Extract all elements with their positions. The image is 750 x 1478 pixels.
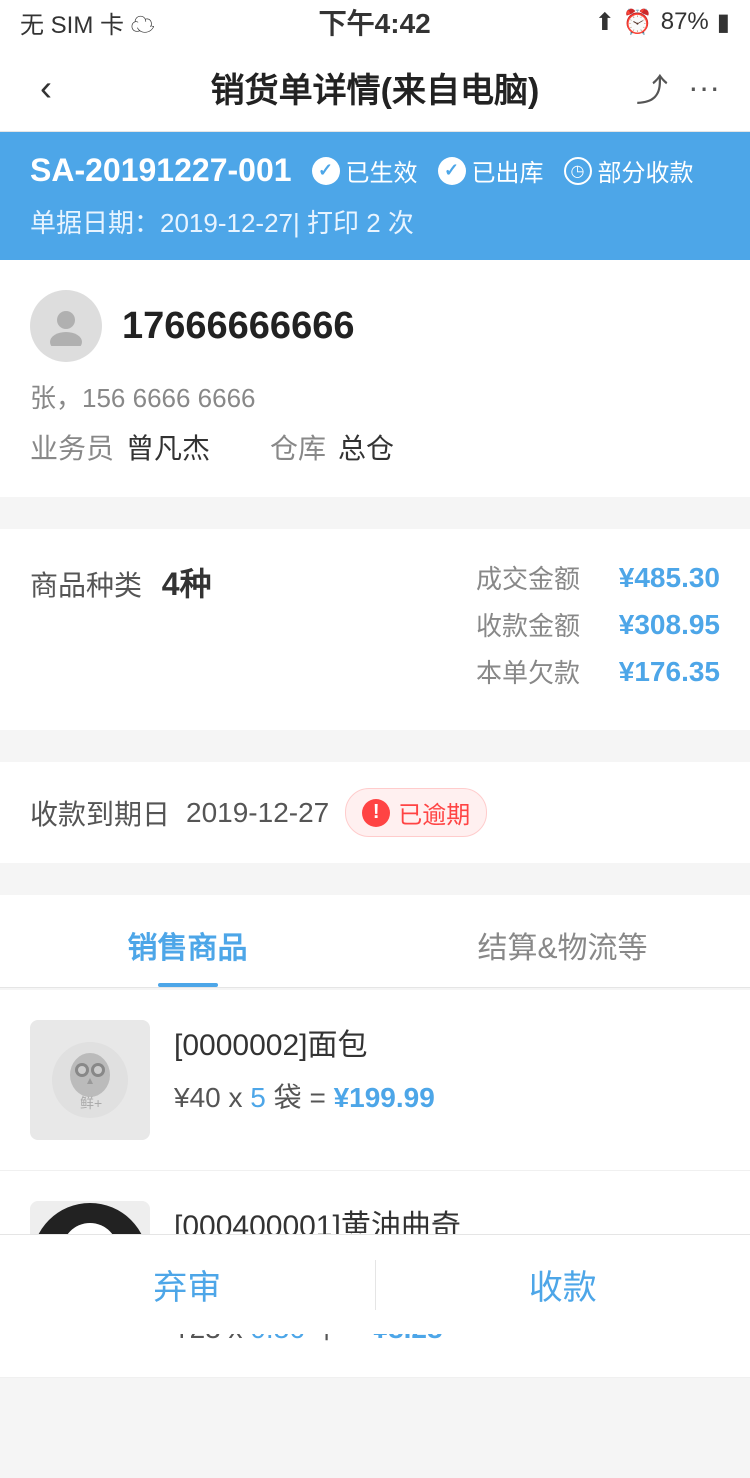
back-button[interactable]: ‹ bbox=[30, 57, 62, 119]
alarm-icon: ⏰ bbox=[623, 8, 653, 37]
status-right: ⬆ ⏰ 87% ▮ bbox=[595, 8, 730, 37]
location-icon: ⬆ bbox=[595, 8, 615, 37]
customer-row: 17666666666 bbox=[30, 290, 720, 362]
badge-effective-label: 已生效 bbox=[346, 153, 418, 188]
owl-icon: 鲜+ bbox=[50, 1040, 130, 1120]
order-date-row: 单据日期：2019-12-27| 打印 2 次 bbox=[30, 203, 720, 240]
badge-effective: ✓ 已生效 bbox=[312, 153, 418, 188]
type-count: 4种 bbox=[162, 566, 212, 602]
type-label: 商品种类 bbox=[30, 570, 142, 601]
page-title: 销货单详情(来自电脑) bbox=[211, 63, 540, 112]
product-price-1: ¥40 x 5 袋 = ¥199.99 bbox=[174, 1076, 720, 1116]
product-name-1: [0000002]面包 bbox=[174, 1020, 720, 1064]
payment-due-section: 收款到期日 2019-12-27 ! 已逾期 bbox=[0, 762, 750, 863]
owed-label: 本单欠款 bbox=[476, 653, 580, 690]
price-x-1: x bbox=[229, 1082, 251, 1113]
price-qty-1: 5 bbox=[250, 1082, 266, 1113]
check-icon-2: ✓ bbox=[438, 157, 466, 185]
sales-meta: 业务员 曾凡杰 bbox=[30, 427, 210, 467]
product-image-1: 鲜+ bbox=[30, 1020, 150, 1140]
battery-icon: ▮ bbox=[717, 8, 730, 37]
overdue-badge: ! 已逾期 bbox=[345, 788, 487, 837]
price-base-1: ¥40 bbox=[174, 1082, 221, 1113]
order-header-top: SA-20191227-001 ✓ 已生效 ✓ 已出库 ◷ 部分收款 bbox=[30, 152, 720, 189]
tab-settlement[interactable]: 结算&物流等 bbox=[375, 895, 750, 987]
badge-partial: ◷ 部分收款 bbox=[564, 153, 694, 188]
owed-value: ¥176.35 bbox=[600, 656, 720, 688]
warehouse-meta: 仓库 总仓 bbox=[270, 427, 394, 467]
customer-account: 17666666666 bbox=[122, 305, 354, 348]
clock-icon: ◷ bbox=[564, 157, 592, 185]
deal-amount-row: 成交金额 ¥485.30 bbox=[476, 559, 720, 596]
nav-bar: ‹ 销货单详情(来自电脑) ⤴ ··· bbox=[0, 44, 750, 132]
check-icon-1: ✓ bbox=[312, 157, 340, 185]
sales-value: 曾凡杰 bbox=[126, 427, 210, 467]
due-date-value: 2019-12-27 bbox=[186, 797, 329, 829]
share-icon[interactable]: ⤴ bbox=[636, 65, 668, 111]
customer-meta: 业务员 曾凡杰 仓库 总仓 bbox=[30, 427, 720, 467]
deal-amount-value: ¥485.30 bbox=[600, 562, 720, 594]
nav-actions: ⤴ ··· bbox=[636, 65, 720, 111]
price-unit-1: 袋 bbox=[274, 1082, 302, 1113]
order-date-label: 单据日期： bbox=[30, 208, 160, 238]
warehouse-label: 仓库 bbox=[270, 427, 326, 467]
svg-text:鲜+: 鲜+ bbox=[80, 1095, 102, 1111]
stats-section: 商品种类 4种 成交金额 ¥485.30 收款金额 ¥308.95 本单欠款 ¥… bbox=[0, 529, 750, 730]
badge-shipped-label: 已出库 bbox=[472, 153, 544, 188]
battery-status: 87% bbox=[661, 8, 709, 36]
avatar bbox=[30, 290, 102, 362]
deal-amount-label: 成交金额 bbox=[476, 559, 580, 596]
confirm-button[interactable]: 收款 bbox=[376, 1240, 750, 1329]
received-value: ¥308.95 bbox=[600, 609, 720, 641]
action-bar: 弃审 收款 bbox=[0, 1234, 750, 1334]
received-label: 收款金额 bbox=[476, 606, 580, 643]
tab-sales[interactable]: 销售商品 bbox=[0, 895, 375, 987]
divider-3 bbox=[0, 879, 750, 895]
received-amount-row: 收款金额 ¥308.95 bbox=[476, 606, 720, 643]
divider-1 bbox=[0, 513, 750, 529]
warehouse-value: 总仓 bbox=[338, 427, 394, 467]
tab-sales-label: 销售商品 bbox=[128, 932, 248, 965]
bottom-spacer bbox=[0, 1378, 750, 1478]
order-date-value: 2019-12-27 bbox=[160, 208, 293, 238]
stats-right: 成交金额 ¥485.30 收款金额 ¥308.95 本单欠款 ¥176.35 bbox=[476, 559, 720, 700]
customer-section: 17666666666 张，156 6666 6666 业务员 曾凡杰 仓库 总… bbox=[0, 260, 750, 497]
divider-2 bbox=[0, 746, 750, 762]
status-bar: 无 SIM 卡 ☁ 下午4:42 ⬆ ⏰ 87% ▮ bbox=[0, 0, 750, 44]
badge-partial-label: 部分收款 bbox=[598, 153, 694, 188]
order-id: SA-20191227-001 bbox=[30, 152, 292, 189]
sim-status: 无 SIM 卡 ☁ bbox=[20, 5, 155, 40]
overdue-icon: ! bbox=[362, 799, 390, 827]
sales-label: 业务员 bbox=[30, 427, 114, 467]
cancel-button[interactable]: 弃审 bbox=[0, 1240, 375, 1329]
status-time: 下午4:42 bbox=[319, 2, 431, 42]
stats-left: 商品种类 4种 bbox=[30, 559, 212, 605]
tab-settlement-label: 结算&物流等 bbox=[477, 932, 647, 965]
product-thumb-1: 鲜+ bbox=[30, 1020, 150, 1140]
price-eq-1: = bbox=[309, 1082, 333, 1113]
badge-shipped: ✓ 已出库 bbox=[438, 153, 544, 188]
order-header: SA-20191227-001 ✓ 已生效 ✓ 已出库 ◷ 部分收款 单据日期：… bbox=[0, 132, 750, 260]
status-left: 无 SIM 卡 ☁ bbox=[20, 5, 155, 40]
due-date-label: 收款到期日 bbox=[30, 793, 170, 833]
product-item-1: 鲜+ [0000002]面包 ¥40 x 5 袋 = ¥199.99 bbox=[0, 990, 750, 1171]
order-print-info: | 打印 2 次 bbox=[293, 208, 414, 238]
owed-amount-row: 本单欠款 ¥176.35 bbox=[476, 653, 720, 690]
overdue-text: 已逾期 bbox=[398, 795, 470, 830]
price-total-1: ¥199.99 bbox=[334, 1082, 435, 1113]
product-info-1: [0000002]面包 ¥40 x 5 袋 = ¥199.99 bbox=[174, 1020, 720, 1140]
customer-contact: 张，156 6666 6666 bbox=[30, 378, 720, 415]
tabs: 销售商品 结算&物流等 bbox=[0, 895, 750, 988]
more-icon[interactable]: ··· bbox=[688, 69, 720, 106]
avatar-icon bbox=[46, 306, 86, 346]
